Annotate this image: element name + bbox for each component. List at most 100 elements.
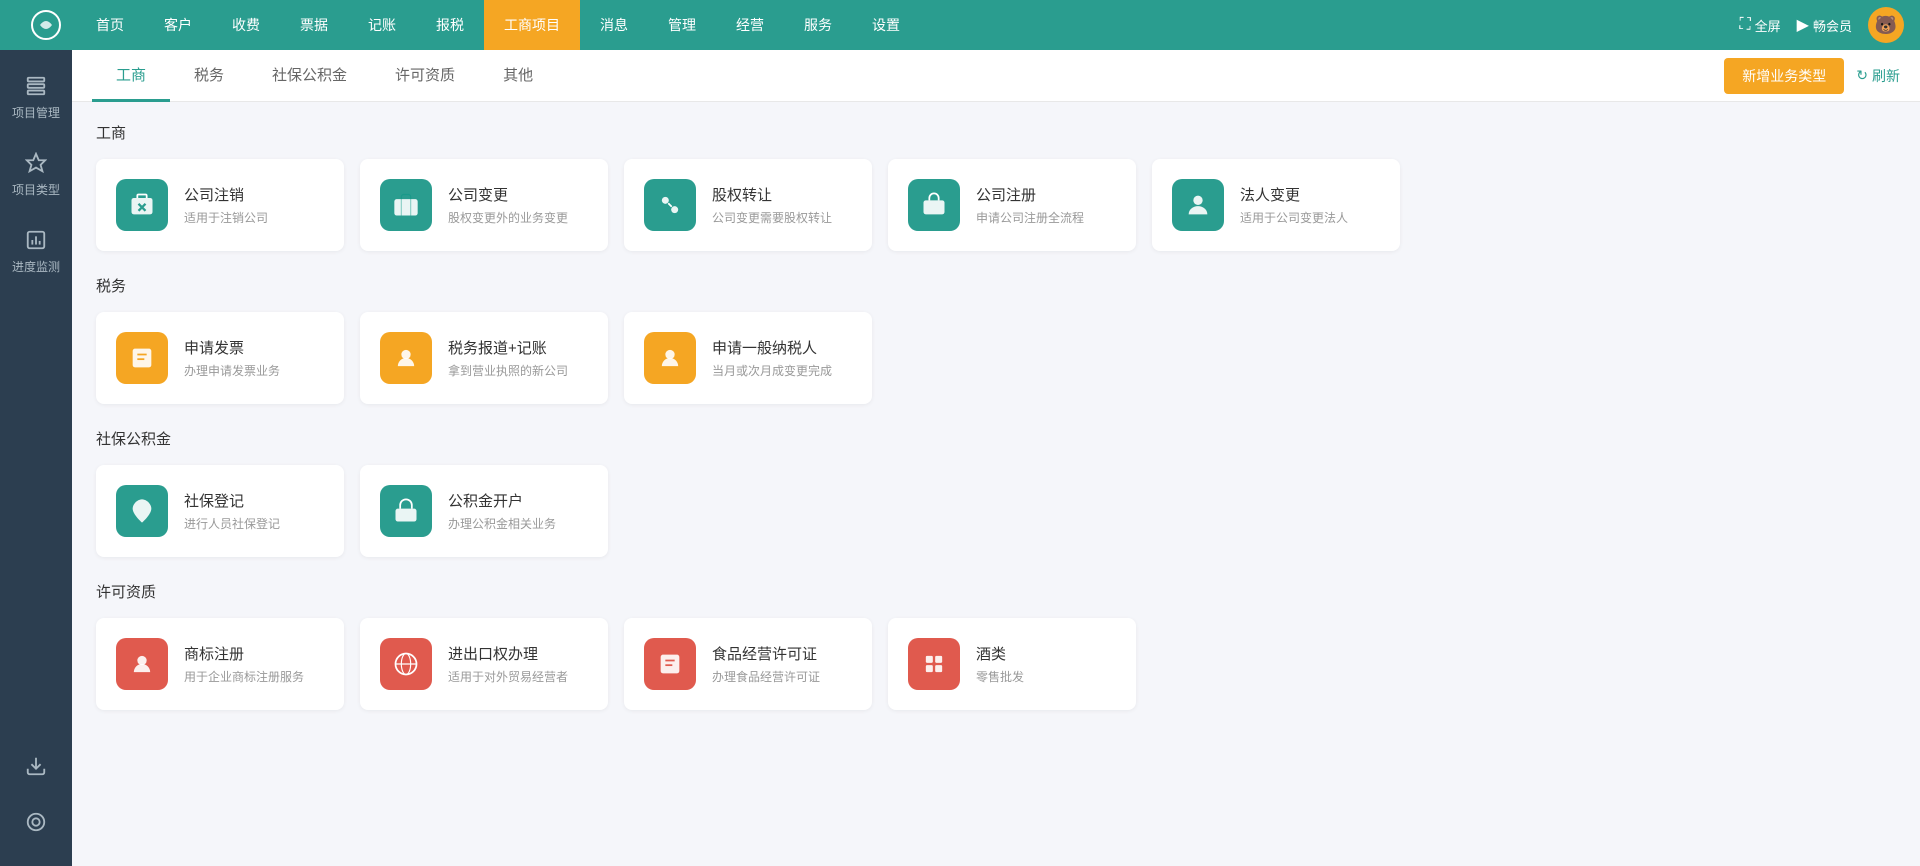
- card-icon-公积金开户: [380, 485, 432, 537]
- tab-其他[interactable]: 其他: [479, 50, 557, 102]
- section-title-税务: 税务: [96, 275, 1896, 296]
- card-info-社保登记: 社保登记 进行人员社保登记: [184, 490, 280, 532]
- card-desc-公司注册: 申请公司注册全流程: [976, 209, 1084, 226]
- card-icon-股权转让: [644, 179, 696, 231]
- service-card-社保登记[interactable]: 社保登记 进行人员社保登记: [96, 465, 344, 557]
- card-desc-公司注销: 适用于注销公司: [184, 209, 268, 226]
- card-desc-公司变更: 股权变更外的业务变更: [448, 209, 568, 226]
- add-business-type-button[interactable]: 新增业务类型: [1724, 58, 1844, 94]
- section-title-工商: 工商: [96, 122, 1896, 143]
- card-desc-商标注册: 用于企业商标注册服务: [184, 668, 304, 685]
- card-desc-酒类: 零售批发: [976, 668, 1024, 685]
- tab-actions: 新增业务类型 ↻ 刷新: [1724, 58, 1900, 94]
- app-logo: [16, 0, 76, 50]
- card-title-公司注册: 公司注册: [976, 184, 1084, 205]
- tab-税务[interactable]: 税务: [170, 50, 248, 102]
- settings-circle-button[interactable]: [0, 794, 72, 850]
- nav-item-首页[interactable]: 首页: [76, 0, 144, 50]
- service-card-食品经营许可证[interactable]: 食品经营许可证 办理食品经营许可证: [624, 618, 872, 710]
- sidebar-label-进度监测: 进度监测: [12, 258, 60, 275]
- card-title-商标注册: 商标注册: [184, 643, 304, 664]
- member-button[interactable]: ▶ 畅会员: [1797, 15, 1852, 35]
- card-info-股权转让: 股权转让 公司变更需要股权转让: [712, 184, 832, 226]
- nav-item-票据[interactable]: 票据: [280, 0, 348, 50]
- card-desc-税务报道+记账: 拿到营业执照的新公司: [448, 362, 568, 379]
- nav-item-工商项目[interactable]: 工商项目: [484, 0, 580, 50]
- card-icon-酒类: [908, 638, 960, 690]
- card-desc-公积金开户: 办理公积金相关业务: [448, 515, 556, 532]
- service-card-法人变更[interactable]: 法人变更 适用于公司变更法人: [1152, 159, 1400, 251]
- cards-grid-税务: 申请发票 办理申请发票业务 税务报道+记账 拿到营业执照的新公司 申请一般纳税人…: [96, 312, 1896, 404]
- card-desc-股权转让: 公司变更需要股权转让: [712, 209, 832, 226]
- card-desc-申请发票: 办理申请发票业务: [184, 362, 280, 379]
- card-info-酒类: 酒类 零售批发: [976, 643, 1024, 685]
- card-info-税务报道+记账: 税务报道+记账 拿到营业执照的新公司: [448, 337, 568, 379]
- download-button[interactable]: [0, 738, 72, 794]
- service-card-公积金开户[interactable]: 公积金开户 办理公积金相关业务: [360, 465, 608, 557]
- card-info-法人变更: 法人变更 适用于公司变更法人: [1240, 184, 1348, 226]
- service-card-酒类[interactable]: 酒类 零售批发: [888, 618, 1136, 710]
- service-card-申请一般纳税人[interactable]: 申请一般纳税人 当月或次月成变更完成: [624, 312, 872, 404]
- sidebar-item-项目管理[interactable]: 项目管理: [0, 58, 72, 135]
- card-title-公积金开户: 公积金开户: [448, 490, 556, 511]
- card-title-食品经营许可证: 食品经营许可证: [712, 643, 820, 664]
- section-社保公积金: 社保公积金 社保登记 进行人员社保登记 公积金开户 办理公积金相关业务: [96, 428, 1896, 557]
- nav-item-报税[interactable]: 报税: [416, 0, 484, 50]
- card-info-公司注册: 公司注册 申请公司注册全流程: [976, 184, 1084, 226]
- section-税务: 税务 申请发票 办理申请发票业务 税务报道+记账 拿到营业执照的新公司 申请一般…: [96, 275, 1896, 404]
- main-content: 工商 公司注销 适用于注销公司 公司变更 股权变更外的业务变更 股权转让 公: [72, 102, 1920, 866]
- nav-item-经营[interactable]: 经营: [716, 0, 784, 50]
- card-title-申请一般纳税人: 申请一般纳税人: [712, 337, 832, 358]
- card-info-公司变更: 公司变更 股权变更外的业务变更: [448, 184, 568, 226]
- card-info-进出口权办理: 进出口权办理 适用于对外贸易经营者: [448, 643, 568, 685]
- nav-item-收费[interactable]: 收费: [212, 0, 280, 50]
- card-icon-公司变更: [380, 179, 432, 231]
- tab-许可资质[interactable]: 许可资质: [371, 50, 479, 102]
- card-title-公司变更: 公司变更: [448, 184, 568, 205]
- sidebar-item-项目类型[interactable]: 项目类型: [0, 135, 72, 212]
- card-title-进出口权办理: 进出口权办理: [448, 643, 568, 664]
- card-info-申请发票: 申请发票 办理申请发票业务: [184, 337, 280, 379]
- service-card-股权转让[interactable]: 股权转让 公司变更需要股权转让: [624, 159, 872, 251]
- card-title-税务报道+记账: 税务报道+记账: [448, 337, 568, 358]
- section-title-社保公积金: 社保公积金: [96, 428, 1896, 449]
- card-desc-申请一般纳税人: 当月或次月成变更完成: [712, 362, 832, 379]
- card-info-食品经营许可证: 食品经营许可证 办理食品经营许可证: [712, 643, 820, 685]
- card-icon-进出口权办理: [380, 638, 432, 690]
- section-许可资质: 许可资质 商标注册 用于企业商标注册服务 进出口权办理 适用于对外贸易经营者 食…: [96, 581, 1896, 710]
- nav-item-记账[interactable]: 记账: [348, 0, 416, 50]
- nav-item-管理[interactable]: 管理: [648, 0, 716, 50]
- nav-item-消息[interactable]: 消息: [580, 0, 648, 50]
- sidebar-item-进度监测[interactable]: 进度监测: [0, 212, 72, 289]
- card-info-公司注销: 公司注销 适用于注销公司: [184, 184, 268, 226]
- service-card-申请发票[interactable]: 申请发票 办理申请发票业务: [96, 312, 344, 404]
- refresh-button[interactable]: ↻ 刷新: [1856, 66, 1900, 86]
- nav-item-设置[interactable]: 设置: [852, 0, 920, 50]
- sidebar-icon-项目管理: [22, 72, 50, 100]
- service-card-公司变更[interactable]: 公司变更 股权变更外的业务变更: [360, 159, 608, 251]
- card-icon-公司注册: [908, 179, 960, 231]
- content-area: 工商税务社保公积金许可资质其他 新增业务类型 ↻ 刷新 工商 公司注销 适用于注…: [72, 50, 1920, 866]
- tab-社保公积金[interactable]: 社保公积金: [248, 50, 371, 102]
- nav-item-服务[interactable]: 服务: [784, 0, 852, 50]
- sidebar: 项目管理项目类型进度监测: [0, 50, 72, 866]
- card-title-社保登记: 社保登记: [184, 490, 280, 511]
- service-card-商标注册[interactable]: 商标注册 用于企业商标注册服务: [96, 618, 344, 710]
- card-info-申请一般纳税人: 申请一般纳税人 当月或次月成变更完成: [712, 337, 832, 379]
- card-info-公积金开户: 公积金开户 办理公积金相关业务: [448, 490, 556, 532]
- main-layout: 项目管理项目类型进度监测 工商税务社保公积金许可资质其他 新增业务类型 ↻ 刷新…: [0, 50, 1920, 866]
- cards-grid-社保公积金: 社保登记 进行人员社保登记 公积金开户 办理公积金相关业务: [96, 465, 1896, 557]
- service-card-税务报道+记账[interactable]: 税务报道+记账 拿到营业执照的新公司: [360, 312, 608, 404]
- service-card-进出口权办理[interactable]: 进出口权办理 适用于对外贸易经营者: [360, 618, 608, 710]
- service-card-公司注销[interactable]: 公司注销 适用于注销公司: [96, 159, 344, 251]
- tab-工商[interactable]: 工商: [92, 50, 170, 102]
- service-card-公司注册[interactable]: 公司注册 申请公司注册全流程: [888, 159, 1136, 251]
- fullscreen-button[interactable]: ⛶ 全屏: [1739, 16, 1780, 35]
- card-desc-法人变更: 适用于公司变更法人: [1240, 209, 1348, 226]
- user-avatar[interactable]: 🐻: [1868, 7, 1904, 43]
- nav-menu: 首页客户收费票据记账报税工商项目消息管理经营服务设置: [76, 0, 1739, 50]
- card-desc-社保登记: 进行人员社保登记: [184, 515, 280, 532]
- card-icon-社保登记: [116, 485, 168, 537]
- nav-item-客户[interactable]: 客户: [144, 0, 212, 50]
- section-title-许可资质: 许可资质: [96, 581, 1896, 602]
